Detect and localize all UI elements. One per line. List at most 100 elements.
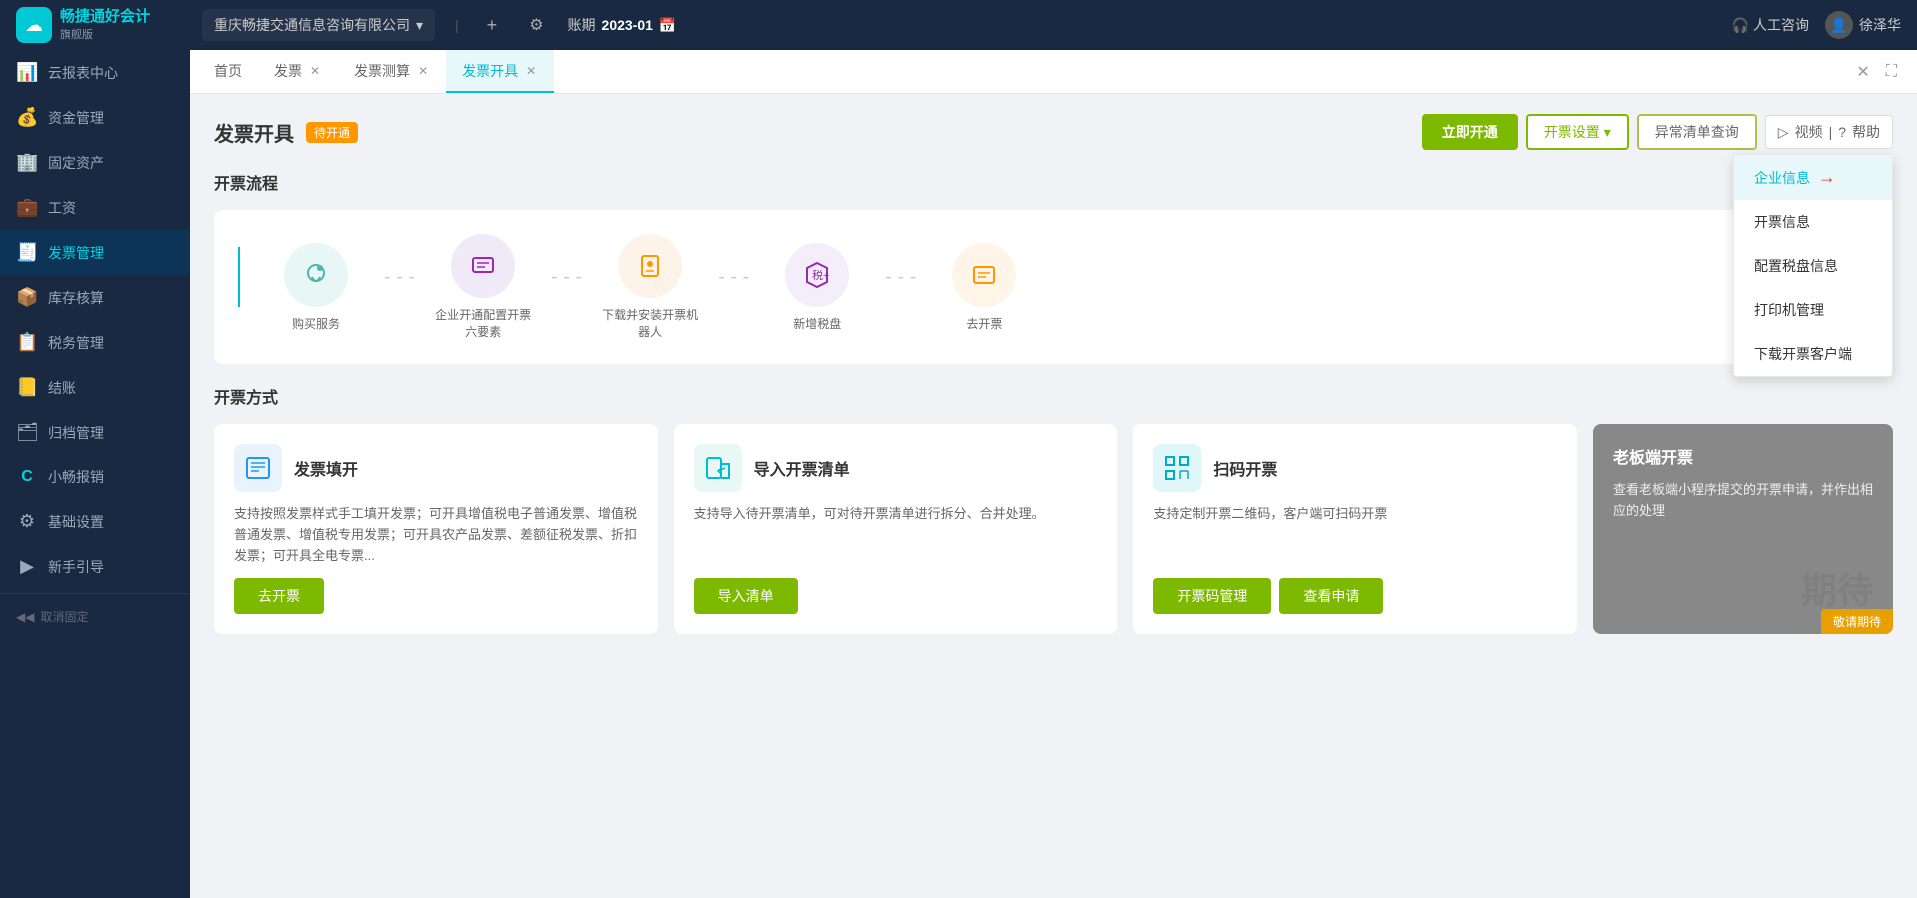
sidebar-label-jiezhang: 结账 — [48, 378, 76, 398]
page-title-area: 发票开具 待开通 — [214, 118, 358, 147]
calendar-icon[interactable]: 📅 — [659, 17, 676, 34]
tab-fapiao-close[interactable]: ✕ — [308, 62, 322, 80]
user-info[interactable]: 👤 徐泽华 — [1825, 11, 1901, 39]
xiaochangbaoxiao-icon: C — [16, 468, 38, 486]
sidebar-item-fapiao[interactable]: 🧾 发票管理 — [0, 230, 190, 275]
abnormal-list-button[interactable]: 异常清单查询 — [1637, 114, 1757, 150]
page-header: 发票开具 待开通 立即开通 开票设置 ▾ 异常清单查询 ▷ 视频 — [214, 114, 1893, 150]
company-selector[interactable]: 重庆畅捷交通信息咨询有限公司 ▾ — [202, 9, 435, 41]
import-list-button[interactable]: 导入清单 — [694, 578, 798, 614]
coming-soon-badge: 敬请期待 — [1821, 609, 1893, 634]
scan-card-title: 扫码开票 — [1213, 456, 1277, 480]
method-card-fill: 发票填开 支持按照发票样式手工填开发票；可开具增值税电子普通发票、增值税普通发票… — [214, 424, 658, 634]
import-card-title: 导入开票清单 — [754, 456, 850, 480]
sidebar-item-gongzi[interactable]: 💼 工资 — [0, 185, 190, 230]
logo-text-area: 畅捷通好会计 旗舰版 — [60, 8, 150, 42]
tab-fapiao-kaiju-close[interactable]: ✕ — [524, 62, 538, 80]
period-value: 2023-01 — [602, 17, 653, 33]
tab-close-all-button[interactable]: ✕ — [1852, 58, 1873, 86]
kucun-icon: 📦 — [16, 287, 38, 308]
dropdown-item-download-client[interactable]: 下载开票客户端 — [1734, 332, 1892, 376]
expand-button[interactable]: ⛶ — [1882, 59, 1901, 85]
collapse-icon: ◀◀ — [16, 610, 34, 624]
sidebar-item-xinshou[interactable]: ▶ 新手引导 — [0, 544, 190, 589]
tab-fapiao[interactable]: 发票 ✕ — [258, 50, 338, 93]
tab-fapiao-cesuan[interactable]: 发票测算 ✕ — [338, 50, 446, 93]
import-card-btn-area: 导入清单 — [694, 578, 1098, 614]
jiezhang-icon: 📒 — [16, 377, 38, 398]
qr-code-manage-button[interactable]: 开票码管理 — [1153, 578, 1271, 614]
dropdown-item-tax-disk[interactable]: 配置税盘信息 — [1734, 244, 1892, 288]
settings-icon[interactable]: ⚙ — [521, 11, 551, 39]
jichu-icon: ⚙ — [16, 511, 38, 532]
method-grid: 发票填开 支持按照发票样式手工填开发票；可开具增值税电子普通发票、增值税普通发票… — [214, 424, 1893, 634]
sidebar-label-fapiao: 发票管理 — [48, 243, 104, 263]
tab-fapiao-label: 发票 — [274, 61, 302, 81]
xinshou-icon: ▶ — [16, 556, 38, 577]
boss-card-desc: 查看老板端小程序提交的开票申请，并作出相应的处理 — [1613, 480, 1873, 522]
company-name: 重庆畅捷交通信息咨询有限公司 — [214, 15, 410, 35]
sidebar-item-yunbao[interactable]: 📊 云报表中心 — [0, 50, 190, 95]
tab-bar: 首页 发票 ✕ 发票测算 ✕ 发票开具 ✕ ✕ ⛶ — [190, 50, 1917, 94]
process-arrow-2: - - - — [551, 266, 582, 309]
add-company-button[interactable]: + — [479, 11, 506, 40]
method-card-fill-header: 发票填开 — [234, 444, 638, 492]
headphone-icon: 🎧 — [1732, 17, 1749, 34]
process-arrow-4: - - - — [885, 266, 916, 309]
tab-bar-right: ✕ ⛶ — [1852, 50, 1909, 93]
fill-invoice-button[interactable]: 去开票 — [234, 578, 324, 614]
sidebar-item-guidang[interactable]: 🗂 归档管理 — [0, 410, 190, 455]
download-client-label: 下载开票客户端 — [1754, 346, 1852, 362]
scan-card-btn-area: 开票码管理 查看申请 — [1153, 578, 1557, 614]
settings-dropdown-button[interactable]: 开票设置 ▾ — [1526, 114, 1629, 150]
fill-card-title: 发票填开 — [294, 456, 358, 480]
step-label-1: 购买服务 — [292, 315, 340, 332]
dropdown-item-invoice-info[interactable]: 开票信息 — [1734, 200, 1892, 244]
step-icon-2 — [451, 234, 515, 298]
activate-button[interactable]: 立即开通 — [1422, 114, 1518, 150]
sidebar-item-jiezhang[interactable]: 📒 结账 — [0, 365, 190, 410]
method-card-scan: 扫码开票 支持定制开票二维码，客户端可扫码开票 开票码管理 查看申请 — [1133, 424, 1577, 634]
avatar: 👤 — [1825, 11, 1853, 39]
collapse-label: 取消固定 — [40, 608, 88, 625]
import-card-desc: 支持导入待开票清单，可对待开票清单进行拆分、合并处理。 — [694, 504, 1098, 525]
logo-area: ☁ 畅捷通好会计 旗舰版 — [16, 7, 186, 43]
step-icon-3 — [618, 234, 682, 298]
step-label-4: 新增税盘 — [793, 315, 841, 332]
tab-fapiao-kaiju[interactable]: 发票开具 ✕ — [446, 50, 554, 93]
tab-fapiao-cesuan-close[interactable]: ✕ — [416, 62, 430, 80]
sidebar-item-xiaochangbaoxiao[interactable]: C 小畅报销 — [0, 455, 190, 499]
sidebar-label-kucun: 库存核算 — [48, 288, 104, 308]
tab-fapiao-cesuan-label: 发票测算 — [354, 61, 410, 81]
sidebar-item-jichu[interactable]: ⚙ 基础设置 — [0, 499, 190, 544]
dropdown-item-printer[interactable]: 打印机管理 — [1734, 288, 1892, 332]
sidebar-collapse[interactable]: ◀◀ 取消固定 — [0, 598, 190, 635]
sidebar-item-shuiwu[interactable]: 📋 税务管理 — [0, 320, 190, 365]
period-label-text: 账期 — [568, 15, 596, 35]
period-area: 账期 2023-01 📅 — [568, 15, 677, 35]
sidebar-item-zijin[interactable]: 💰 资金管理 — [0, 95, 190, 140]
process-section-title: 开票流程 — [214, 170, 1893, 194]
separator: | — [1829, 124, 1833, 140]
scan-card-desc: 支持定制开票二维码，客户端可扫码开票 — [1153, 504, 1557, 525]
video-help-button[interactable]: ▷ 视频 | ? 帮助 — [1765, 115, 1893, 149]
step-icon-5 — [952, 243, 1016, 307]
chevron-down-icon: ▾ — [1604, 124, 1611, 141]
company-info-label: 企业信息 — [1754, 170, 1810, 186]
sidebar-item-gudingzichan[interactable]: 🏢 固定资产 — [0, 140, 190, 185]
sidebar-label-shuiwu: 税务管理 — [48, 333, 104, 353]
step-label-5: 去开票 — [966, 315, 1002, 332]
sidebar-label-yunbao: 云报表中心 — [48, 63, 118, 83]
method-section: 开票方式 发票填开 支持按照发票样式手工填开发票；可开具增值税电子普通发票、增值… — [214, 384, 1893, 634]
tab-home[interactable]: 首页 — [198, 50, 258, 93]
method-card-import: 导入开票清单 支持导入待开票清单，可对待开票清单进行拆分、合并处理。 导入清单 — [674, 424, 1118, 634]
status-badge: 待开通 — [306, 122, 358, 143]
invoice-info-label: 开票信息 — [1754, 214, 1810, 230]
dropdown-item-company-info[interactable]: 企业信息 → — [1734, 155, 1892, 200]
logo-sub: 旗舰版 — [60, 26, 150, 42]
help-label: 帮助 — [1852, 122, 1880, 142]
consult-button[interactable]: 🎧 人工咨询 — [1732, 15, 1809, 35]
view-apply-button[interactable]: 查看申请 — [1279, 578, 1383, 614]
process-step-3: 下载并安装开票机器人 — [590, 234, 710, 340]
sidebar-item-kucun[interactable]: 📦 库存核算 — [0, 275, 190, 320]
